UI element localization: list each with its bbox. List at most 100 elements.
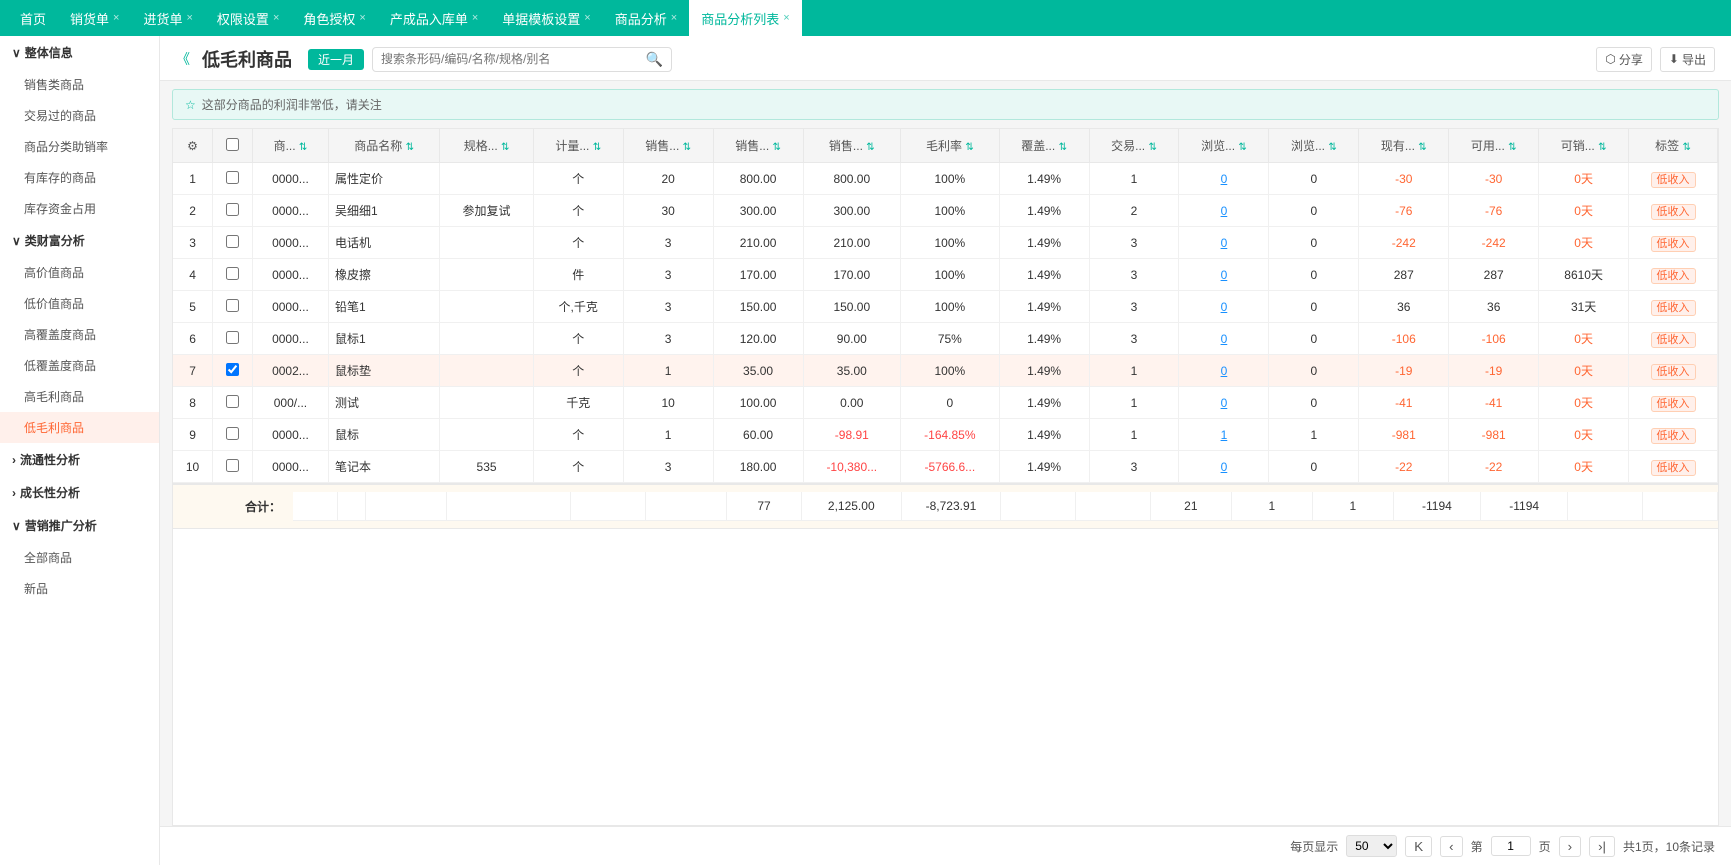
row-checkbox[interactable] xyxy=(213,227,253,259)
data-table-wrapper[interactable]: ⚙ 商... ⇅ 商品名称 ⇅ 规格... ⇅ 计量... ⇅ 销售... ⇅ … xyxy=(172,128,1719,826)
row-views1[interactable]: 0 xyxy=(1179,195,1269,227)
time-filter-btn[interactable]: 近一月 xyxy=(308,49,364,70)
row-views1[interactable]: 0 xyxy=(1179,355,1269,387)
nav-product-in-close[interactable]: × xyxy=(472,12,478,24)
nav-product-in[interactable]: 产成品入库单 × xyxy=(378,0,490,36)
row-sales-profit: 90.00 xyxy=(803,323,901,355)
page-size-select[interactable]: 50 100 200 xyxy=(1346,835,1397,857)
sidebar-item-all-goods[interactable]: 全部商品 xyxy=(0,542,159,573)
nav-goods-analysis-close[interactable]: × xyxy=(671,12,677,24)
sidebar-item-high-margin[interactable]: 高毛利商品 xyxy=(0,381,159,412)
sidebar-item-low-value[interactable]: 低价值商品 xyxy=(0,288,159,319)
first-page-btn[interactable]: K xyxy=(1405,836,1432,857)
col-code[interactable]: 商... ⇅ xyxy=(252,129,328,163)
row-checkbox[interactable] xyxy=(213,451,253,483)
nav-goods-analysis-list-close[interactable]: × xyxy=(783,12,789,24)
sidebar-item-stock-goods[interactable]: 有库存的商品 xyxy=(0,162,159,193)
sidebar-group-liquidity[interactable]: › 流通性分析 xyxy=(0,443,159,476)
nav-role[interactable]: 角色授权 × xyxy=(291,0,377,36)
row-views1[interactable]: 0 xyxy=(1179,291,1269,323)
next-page-btn[interactable]: › xyxy=(1559,836,1581,857)
sidebar-group-growth[interactable]: › 成长性分析 xyxy=(0,476,159,509)
row-views1[interactable]: 1 xyxy=(1179,419,1269,451)
col-sales-qty[interactable]: 销售... ⇅ xyxy=(623,129,713,163)
col-views1[interactable]: 浏览... ⇅ xyxy=(1179,129,1269,163)
nav-home[interactable]: 首页 xyxy=(8,0,58,36)
col-settings[interactable]: ⚙ xyxy=(173,129,213,163)
row-checkbox[interactable] xyxy=(213,323,253,355)
row-views1[interactable]: 0 xyxy=(1179,323,1269,355)
col-trade-count[interactable]: 交易... ⇅ xyxy=(1089,129,1179,163)
row-spec xyxy=(440,227,533,259)
col-gross-margin[interactable]: 毛利率 ⇅ xyxy=(901,129,1000,163)
export-btn[interactable]: ⬇ 导出 xyxy=(1660,47,1715,72)
sidebar-item-stock-capital[interactable]: 库存资金占用 xyxy=(0,193,159,224)
col-tag[interactable]: 标签 ⇅ xyxy=(1629,129,1718,163)
row-name: 鼠标 xyxy=(328,419,439,451)
sidebar-item-new-goods[interactable]: 新品 xyxy=(0,573,159,604)
last-page-btn[interactable]: ›| xyxy=(1589,836,1615,857)
sidebar-group-general[interactable]: ∨ 整体信息 xyxy=(0,36,159,69)
row-views1[interactable]: 0 xyxy=(1179,227,1269,259)
share-btn[interactable]: ⬡ 分享 xyxy=(1596,47,1652,72)
row-checkbox[interactable] xyxy=(213,195,253,227)
nav-template-close[interactable]: × xyxy=(584,12,590,24)
sort-icon-spec: ⇅ xyxy=(501,142,509,153)
row-current-stock: -30 xyxy=(1359,163,1449,195)
row-checkbox[interactable] xyxy=(213,163,253,195)
sidebar-item-category-rate[interactable]: 商品分类助销率 xyxy=(0,131,159,162)
nav-sales[interactable]: 销货单 × xyxy=(58,0,131,36)
row-sales-profit: 0.00 xyxy=(803,387,901,419)
page-input[interactable] xyxy=(1491,836,1531,856)
col-spec[interactable]: 规格... ⇅ xyxy=(440,129,533,163)
row-views1[interactable]: 0 xyxy=(1179,451,1269,483)
nav-goods-analysis-list[interactable]: 商品分析列表 × xyxy=(689,0,801,36)
row-views2: 0 xyxy=(1269,259,1359,291)
row-checkbox[interactable] xyxy=(213,419,253,451)
row-spec xyxy=(440,419,533,451)
col-unit[interactable]: 计量... ⇅ xyxy=(533,129,623,163)
col-name[interactable]: 商品名称 ⇅ xyxy=(328,129,439,163)
nav-purchase-close[interactable]: × xyxy=(186,12,192,24)
row-sales-profit: 170.00 xyxy=(803,259,901,291)
row-checkbox[interactable] xyxy=(213,387,253,419)
collapse-sidebar-btn[interactable]: 《 xyxy=(176,49,190,69)
col-coverage[interactable]: 覆盖... ⇅ xyxy=(999,129,1089,163)
nav-permission-close[interactable]: × xyxy=(273,12,279,24)
nav-purchase[interactable]: 进货单 × xyxy=(131,0,204,36)
sidebar-item-high-value[interactable]: 高价值商品 xyxy=(0,257,159,288)
select-all-checkbox[interactable] xyxy=(226,138,239,151)
sidebar-item-sales-goods[interactable]: 销售类商品 xyxy=(0,69,159,100)
col-available-stock[interactable]: 可用... ⇅ xyxy=(1449,129,1539,163)
sidebar-group-marketing[interactable]: ∨ 营销推广分析 xyxy=(0,509,159,542)
prev-page-btn[interactable]: ‹ xyxy=(1440,836,1462,857)
nav-role-close[interactable]: × xyxy=(359,12,365,24)
col-checkbox[interactable] xyxy=(213,129,253,163)
nav-template[interactable]: 单据模板设置 × xyxy=(490,0,602,36)
sidebar-group-wealth[interactable]: ∨ 类财富分析 xyxy=(0,224,159,257)
row-views1[interactable]: 0 xyxy=(1179,163,1269,195)
row-checkbox[interactable] xyxy=(213,259,253,291)
row-sellable-days: 0天 xyxy=(1539,195,1629,227)
nav-permission[interactable]: 权限设置 × xyxy=(205,0,291,36)
col-sales-amount[interactable]: 销售... ⇅ xyxy=(713,129,803,163)
nav-sales-close[interactable]: × xyxy=(113,12,119,24)
col-current-stock[interactable]: 现有... ⇅ xyxy=(1359,129,1449,163)
sidebar-item-traded-goods[interactable]: 交易过的商品 xyxy=(0,100,159,131)
row-checkbox[interactable] xyxy=(213,355,253,387)
sidebar-item-low-coverage[interactable]: 低覆盖度商品 xyxy=(0,350,159,381)
row-current-stock: -242 xyxy=(1359,227,1449,259)
col-views2[interactable]: 浏览... ⇅ xyxy=(1269,129,1359,163)
search-input[interactable] xyxy=(381,52,646,66)
row-sales-profit: 150.00 xyxy=(803,291,901,323)
sidebar-item-low-margin[interactable]: 低毛利商品 xyxy=(0,412,159,443)
nav-goods-analysis[interactable]: 商品分析 × xyxy=(603,0,689,36)
sidebar-item-high-coverage[interactable]: 高覆盖度商品 xyxy=(0,319,159,350)
col-sales-profit[interactable]: 销售... ⇅ xyxy=(803,129,901,163)
search-icon[interactable]: 🔍 xyxy=(646,51,663,68)
row-views1[interactable]: 0 xyxy=(1179,259,1269,291)
row-checkbox[interactable] xyxy=(213,291,253,323)
row-views2: 0 xyxy=(1269,451,1359,483)
col-sellable-days[interactable]: 可销... ⇅ xyxy=(1539,129,1629,163)
row-views1[interactable]: 0 xyxy=(1179,387,1269,419)
